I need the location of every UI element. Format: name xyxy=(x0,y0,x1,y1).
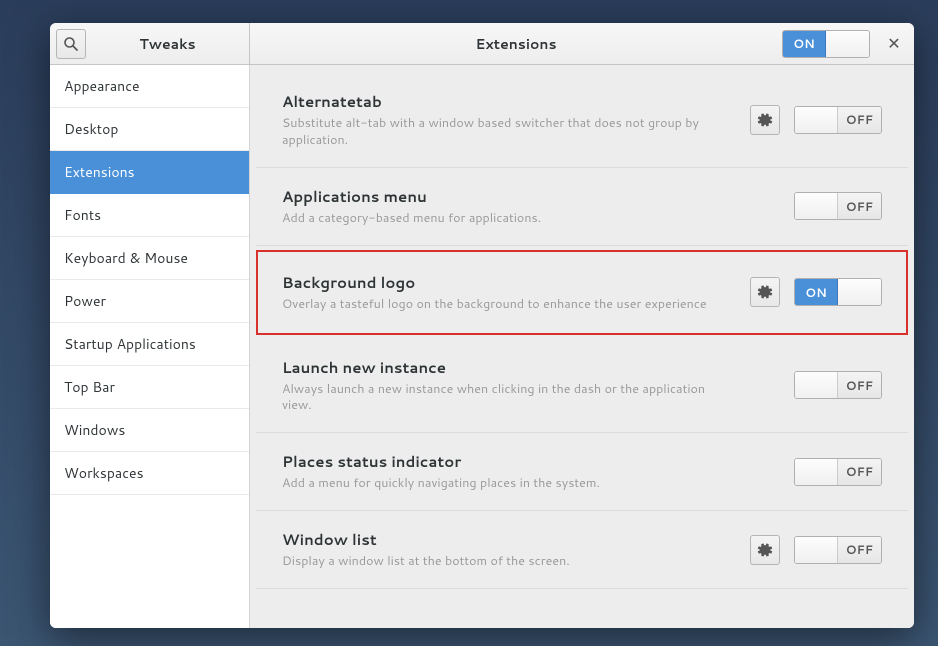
sidebar-item-label: Desktop xyxy=(64,119,118,139)
extension-title: Window list xyxy=(282,529,750,550)
toggle-off-label: OFF xyxy=(838,372,881,398)
extension-controls: ONOFF xyxy=(794,458,882,486)
extension-title: Launch new instance xyxy=(282,357,794,378)
sidebar-item-label: Fonts xyxy=(64,205,101,225)
extension-info: Applications menu Add a category-based me… xyxy=(282,186,794,227)
toggle-on-label: ON xyxy=(795,372,838,398)
sidebar-item-top-bar[interactable]: Top Bar xyxy=(50,366,249,409)
sidebar-item-label: Windows xyxy=(64,420,125,440)
toggle-off-label: OFF xyxy=(838,279,881,305)
extension-info: Launch new instance Always launch a new i… xyxy=(282,357,794,415)
extension-row: Alternatetab Substitute alt-tab with a wi… xyxy=(256,73,908,168)
toggle-off-label: OFF xyxy=(838,537,881,563)
close-icon: ✕ xyxy=(887,32,900,55)
extension-row: Window list Display a window list at the … xyxy=(256,511,908,589)
titlebar: Tweaks Extensions ON ✕ xyxy=(50,23,914,65)
extension-title: Places status indicator xyxy=(282,451,794,472)
extension-controls: ONOFF xyxy=(750,105,882,135)
extension-toggle[interactable]: ONOFF xyxy=(794,106,882,134)
extension-title: Alternatetab xyxy=(282,91,750,112)
toggle-on-label: ON xyxy=(795,107,838,133)
extension-settings-button[interactable] xyxy=(750,535,780,565)
extension-controls: ONOFF xyxy=(794,371,882,399)
toggle-off-label: OFF xyxy=(838,107,881,133)
gear-icon xyxy=(757,284,773,300)
toggle-on-label: ON xyxy=(795,279,838,305)
titlebar-left: Tweaks xyxy=(50,23,250,64)
sidebar-item-label: Startup Applications xyxy=(64,334,196,354)
sidebar-item-desktop[interactable]: Desktop xyxy=(50,108,249,151)
extension-toggle[interactable]: ONOFF xyxy=(794,458,882,486)
sidebar-item-power[interactable]: Power xyxy=(50,280,249,323)
gear-icon xyxy=(757,542,773,558)
extension-controls: ONOFF xyxy=(794,192,882,220)
extension-info: Alternatetab Substitute alt-tab with a wi… xyxy=(282,91,750,149)
extension-info: Background logo Overlay a tasteful logo o… xyxy=(282,272,750,313)
sidebar-item-fonts[interactable]: Fonts xyxy=(50,194,249,237)
extension-description: Always launch a new instance when clicki… xyxy=(282,381,712,415)
gear-icon xyxy=(757,112,773,128)
sidebar-item-startup-applications[interactable]: Startup Applications xyxy=(50,323,249,366)
sidebar-item-windows[interactable]: Windows xyxy=(50,409,249,452)
search-button[interactable] xyxy=(56,29,86,59)
extension-toggle[interactable]: ONOFF xyxy=(794,278,882,306)
search-icon xyxy=(63,36,79,52)
page-title: Extensions xyxy=(250,34,782,54)
sidebar-item-appearance[interactable]: Appearance xyxy=(50,65,249,108)
titlebar-right: ON ✕ xyxy=(782,30,914,58)
toggle-off-label: OFF xyxy=(838,459,881,485)
extension-settings-button[interactable] xyxy=(750,277,780,307)
tweaks-window: Tweaks Extensions ON ✕ Appearance Desktop… xyxy=(50,23,914,628)
extension-description: Add a category-based menu for applicatio… xyxy=(282,210,712,227)
extension-toggle[interactable]: ONOFF xyxy=(794,192,882,220)
extension-description: Overlay a tasteful logo on the backgroun… xyxy=(282,296,712,313)
toggle-knob xyxy=(826,31,869,57)
toggle-on-label: ON xyxy=(795,459,838,485)
extension-title: Applications menu xyxy=(282,186,794,207)
extension-row: Background logo Overlay a tasteful logo o… xyxy=(256,250,908,335)
extension-settings-button[interactable] xyxy=(750,105,780,135)
extension-info: Places status indicator Add a menu for qu… xyxy=(282,451,794,492)
toggle-on-label: ON xyxy=(795,537,838,563)
extension-description: Add a menu for quickly navigating places… xyxy=(282,475,712,492)
extension-description: Substitute alt-tab with a window based s… xyxy=(282,115,712,149)
extension-row: Places status indicator Add a menu for qu… xyxy=(256,433,908,511)
master-extensions-toggle[interactable]: ON xyxy=(782,30,870,58)
extensions-list: Alternatetab Substitute alt-tab with a wi… xyxy=(250,65,914,628)
toggle-off-label: OFF xyxy=(838,193,881,219)
extension-toggle[interactable]: ONOFF xyxy=(794,536,882,564)
sidebar-item-label: Top Bar xyxy=(64,377,115,397)
sidebar-item-keyboard-mouse[interactable]: Keyboard & Mouse xyxy=(50,237,249,280)
sidebar-item-extensions[interactable]: Extensions xyxy=(50,151,249,194)
sidebar: Appearance Desktop Extensions Fonts Keyboard… xyxy=(50,65,250,628)
extension-title: Background logo xyxy=(282,272,750,293)
app-title: Tweaks xyxy=(86,34,249,54)
extension-controls: ONOFF xyxy=(750,535,882,565)
sidebar-item-label: Appearance xyxy=(64,76,140,96)
extension-description: Display a window list at the bottom of t… xyxy=(282,553,712,570)
window-body: Appearance Desktop Extensions Fonts Keyboard… xyxy=(50,65,914,628)
extension-info: Window list Display a window list at the … xyxy=(282,529,750,570)
extension-toggle[interactable]: ONOFF xyxy=(794,371,882,399)
sidebar-item-label: Power xyxy=(64,291,106,311)
extension-controls: ONOFF xyxy=(750,277,882,307)
extension-row: Applications menu Add a category-based me… xyxy=(256,168,908,246)
sidebar-item-label: Workspaces xyxy=(64,463,144,483)
sidebar-item-workspaces[interactable]: Workspaces xyxy=(50,452,249,495)
extension-row: Launch new instance Always launch a new i… xyxy=(256,339,908,434)
sidebar-item-label: Keyboard & Mouse xyxy=(64,248,188,268)
toggle-on-label: ON xyxy=(795,193,838,219)
sidebar-item-label: Extensions xyxy=(64,162,135,182)
toggle-on-label: ON xyxy=(783,31,826,57)
close-button[interactable]: ✕ xyxy=(880,30,908,58)
